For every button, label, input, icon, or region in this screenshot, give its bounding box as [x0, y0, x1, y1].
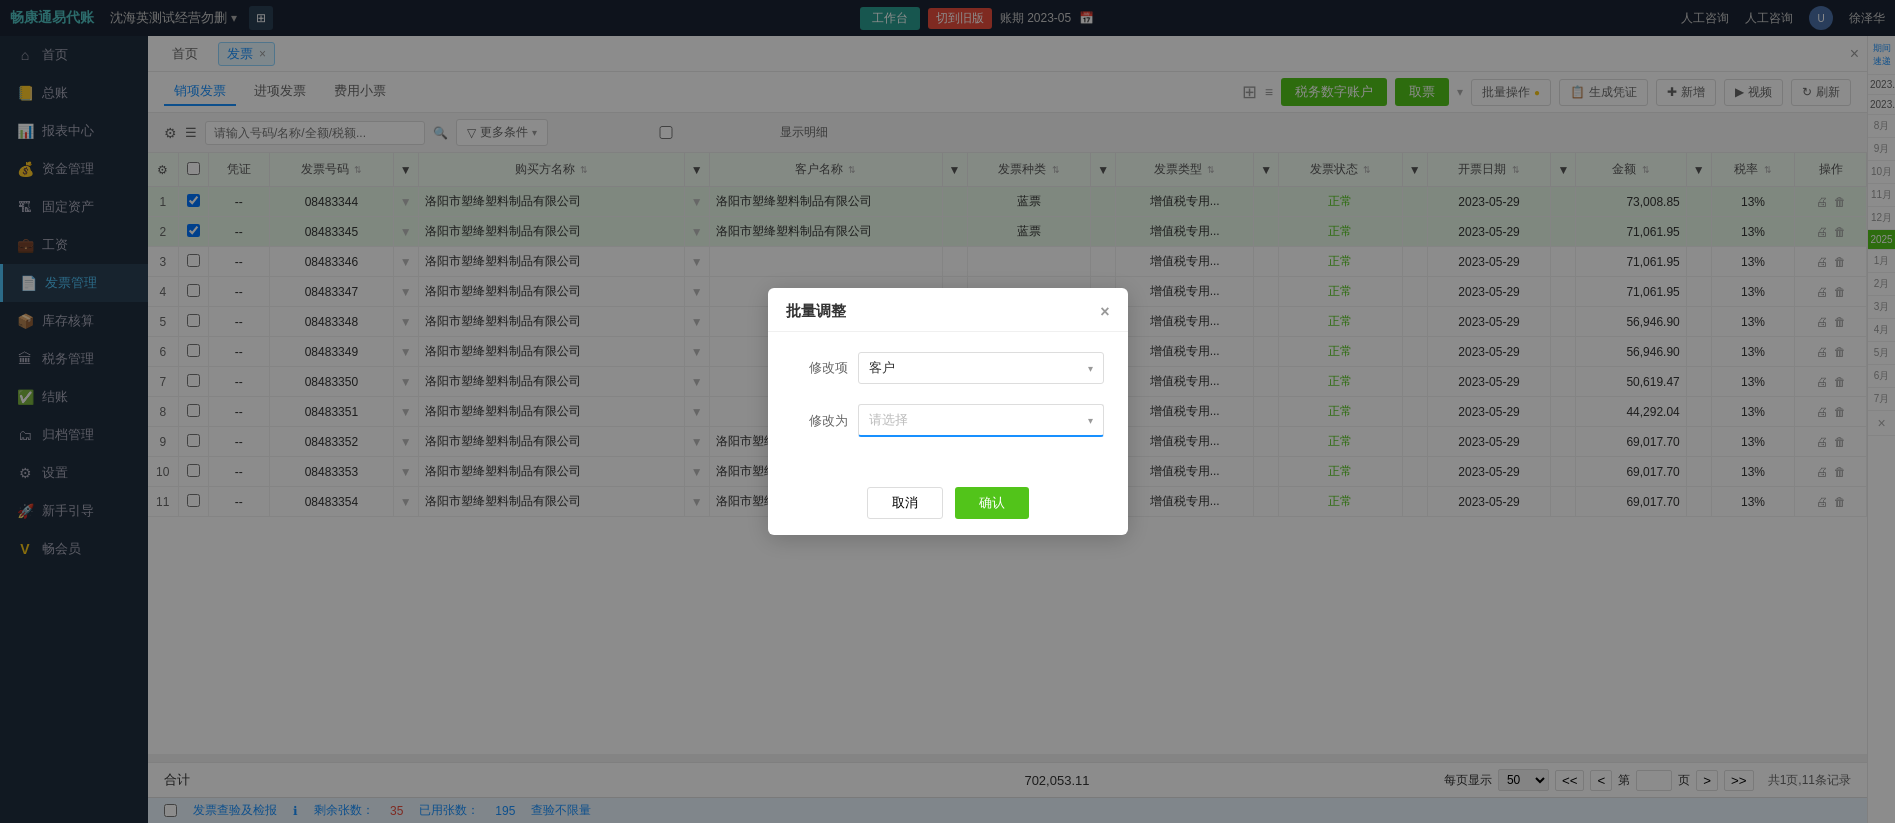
modify-to-label: 修改为	[792, 412, 848, 430]
modify-field-label: 修改项	[792, 359, 848, 377]
modify-field-chevron: ▾	[1088, 363, 1093, 374]
modal-footer: 取消 确认	[768, 477, 1128, 535]
modify-to-chevron: ▾	[1088, 415, 1093, 426]
modal-title: 批量调整	[786, 302, 846, 321]
modal-close-btn[interactable]: ×	[1100, 303, 1109, 321]
modal-header: 批量调整 ×	[768, 288, 1128, 332]
cancel-btn[interactable]: 取消	[867, 487, 943, 519]
modal-body: 修改项 客户 ▾ 修改为 请选择 ▾	[768, 332, 1128, 477]
modal-field-row: 修改项 客户 ▾	[792, 352, 1104, 384]
confirm-btn[interactable]: 确认	[955, 487, 1029, 519]
modal-to-row: 修改为 请选择 ▾	[792, 404, 1104, 437]
batch-adjust-modal: 批量调整 × 修改项 客户 ▾ 修改为 请选择 ▾ 取消 确认	[768, 288, 1128, 535]
modify-field-select[interactable]: 客户 ▾	[858, 352, 1104, 384]
modify-field-value: 客户	[869, 359, 895, 377]
modify-to-placeholder: 请选择	[869, 411, 908, 429]
modify-to-select[interactable]: 请选择 ▾	[858, 404, 1104, 437]
modal-overlay[interactable]: 批量调整 × 修改项 客户 ▾ 修改为 请选择 ▾ 取消 确认	[0, 0, 1895, 823]
